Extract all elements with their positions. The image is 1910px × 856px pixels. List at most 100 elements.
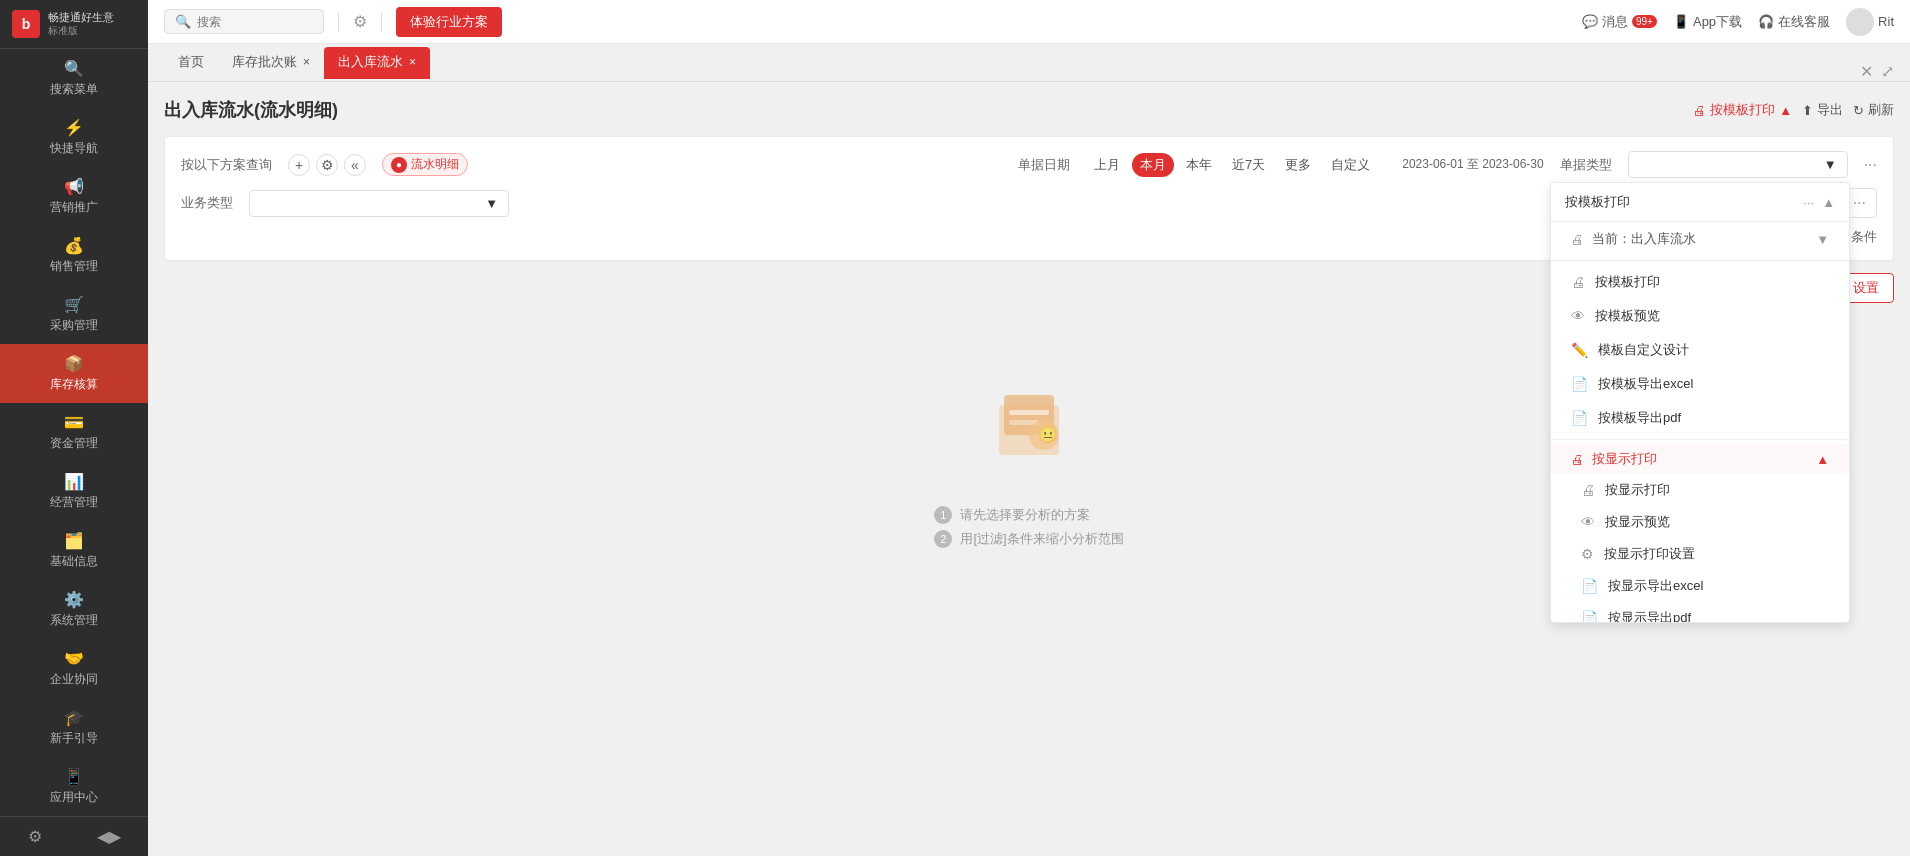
basics-icon: 🗂️ bbox=[64, 531, 84, 550]
dropdown-header-right: ··· ▲ bbox=[1803, 195, 1835, 210]
display-preview-item[interactable]: 👁 按显示预览 bbox=[1551, 506, 1849, 538]
sidebar-item-guide[interactable]: 🎓 新手引导 bbox=[0, 698, 148, 757]
eye-icon2: 👁 bbox=[1581, 514, 1595, 530]
template-custom-item[interactable]: ✏️ 模板自定义设计 bbox=[1551, 333, 1849, 367]
user-name: Rit bbox=[1878, 14, 1894, 29]
template-pdf-item[interactable]: 📄 按模板导出pdf bbox=[1551, 401, 1849, 435]
funds-icon: 💳 bbox=[64, 413, 84, 432]
display-preview-label: 按显示预览 bbox=[1605, 513, 1670, 531]
date-last7[interactable]: 近7天 bbox=[1224, 153, 1273, 177]
date-current-year[interactable]: 本年 bbox=[1178, 153, 1220, 177]
app-version: 标准版 bbox=[48, 24, 114, 38]
doc-type-more-btn[interactable]: ··· bbox=[1864, 156, 1877, 174]
app-download-icon: 📱 bbox=[1673, 14, 1689, 29]
business-type-label: 业务类型 bbox=[181, 194, 233, 212]
sidebar-item-label: 快捷导航 bbox=[50, 140, 98, 157]
refresh-btn[interactable]: ↻ 刷新 bbox=[1853, 101, 1894, 119]
template-print-item[interactable]: 🖨 按模板打印 bbox=[1551, 265, 1849, 299]
tab-home[interactable]: 首页 bbox=[164, 47, 218, 79]
filter-add-btn[interactable]: + bbox=[288, 154, 310, 176]
step-2-text: 用[过滤]条件来缩小分析范围 bbox=[960, 530, 1123, 548]
avatar bbox=[1846, 8, 1874, 36]
sidebar-item-app-center[interactable]: 📱 应用中心 bbox=[0, 757, 148, 816]
online-service-item[interactable]: 🎧 在线客服 bbox=[1758, 13, 1830, 31]
printer-icon3: 🖨 bbox=[1581, 482, 1595, 498]
message-item[interactable]: 💬 消息 99+ bbox=[1582, 13, 1657, 31]
headset-icon: 🎧 bbox=[1758, 14, 1774, 29]
display-excel-item[interactable]: 📄 按显示导出excel bbox=[1551, 570, 1849, 602]
tab-flow-close[interactable]: × bbox=[409, 55, 416, 69]
template-preview-label: 按模板预览 bbox=[1595, 307, 1660, 325]
tab-batch[interactable]: 库存批次账 × bbox=[218, 47, 324, 79]
empty-illustration: 😐 bbox=[979, 375, 1079, 494]
edit-icon: ✏️ bbox=[1571, 342, 1588, 358]
excel-icon2: 📄 bbox=[1581, 578, 1598, 594]
display-settings-label: 按显示打印设置 bbox=[1604, 545, 1695, 563]
sidebar-bottom: ⚙ ◀▶ bbox=[0, 816, 148, 856]
doc-type-label: 单据类型 bbox=[1560, 156, 1612, 174]
display-print-label: 按显示打印 bbox=[1605, 481, 1670, 499]
quick-nav-icon: ⚡ bbox=[64, 118, 84, 137]
sidebar-item-purchase[interactable]: 🛒 采购管理 bbox=[0, 285, 148, 344]
tab-batch-close[interactable]: × bbox=[303, 55, 310, 69]
print-template-btn[interactable]: 🖨 按模板打印 ▲ bbox=[1693, 101, 1792, 119]
topbar-search-box[interactable]: 🔍 bbox=[164, 9, 324, 34]
date-more[interactable]: 更多 bbox=[1277, 153, 1319, 177]
maximize-btn[interactable]: ⤢ bbox=[1881, 62, 1894, 81]
template-excel-item[interactable]: 📄 按模板导出excel bbox=[1551, 367, 1849, 401]
close-btn[interactable]: ✕ bbox=[1860, 62, 1873, 81]
sidebar-item-operations[interactable]: 📊 经营管理 bbox=[0, 462, 148, 521]
search-icon: 🔍 bbox=[64, 59, 84, 78]
step-num-1: 1 bbox=[934, 506, 952, 524]
display-settings-item[interactable]: ⚙ 按显示打印设置 bbox=[1551, 538, 1849, 570]
sidebar-item-funds[interactable]: 💳 资金管理 bbox=[0, 403, 148, 462]
business-type-select[interactable]: ▼ bbox=[249, 190, 509, 217]
chevron-up-icon: ▲ bbox=[1779, 103, 1792, 118]
sidebar-item-collab[interactable]: 🤝 企业协同 bbox=[0, 639, 148, 698]
tab-flow[interactable]: 出入库流水 × bbox=[324, 47, 430, 79]
sidebar-item-inventory[interactable]: 📦 库存核算 bbox=[0, 344, 148, 403]
date-label: 单据日期 bbox=[1018, 156, 1070, 174]
system-icon: ⚙️ bbox=[64, 590, 84, 609]
app-download-item[interactable]: 📱 App下载 bbox=[1673, 13, 1742, 31]
refresh-label: 刷新 bbox=[1868, 101, 1894, 119]
printer-icon: 🖨 bbox=[1693, 103, 1706, 118]
sidebar-item-search[interactable]: 🔍 搜索菜单 bbox=[0, 49, 148, 108]
printer-icon2: 🖨 bbox=[1571, 274, 1585, 290]
sidebar-item-system[interactable]: ⚙️ 系统管理 bbox=[0, 580, 148, 639]
template-print-label: 按模板打印 bbox=[1595, 273, 1660, 291]
dots-icon: ··· bbox=[1803, 195, 1814, 210]
sidebar-item-basics[interactable]: 🗂️ 基础信息 bbox=[0, 521, 148, 580]
doc-type-select[interactable]: ▼ bbox=[1628, 151, 1848, 178]
date-options: 上月 本月 本年 近7天 更多 自定义 bbox=[1086, 153, 1378, 177]
user-item[interactable]: Rit bbox=[1846, 8, 1894, 36]
template-pdf-label: 按模板导出pdf bbox=[1598, 409, 1681, 427]
settings-icon[interactable]: ⚙ bbox=[353, 12, 367, 31]
display-print-item[interactable]: 🖨 按显示打印 bbox=[1551, 474, 1849, 506]
search-input[interactable] bbox=[197, 15, 297, 29]
eye-icon: 👁 bbox=[1571, 308, 1585, 324]
date-current-month[interactable]: 本月 bbox=[1132, 153, 1174, 177]
template-excel-label: 按模板导出excel bbox=[1598, 375, 1693, 393]
trial-btn[interactable]: 体验行业方案 bbox=[396, 7, 502, 37]
sidebar-collapse-btn[interactable]: ◀▶ bbox=[97, 827, 121, 846]
sidebar-nav: 🔍 搜索菜单 ⚡ 快捷导航 📢 营销推广 💰 销售管理 🛒 采购管理 📦 库存核… bbox=[0, 49, 148, 816]
excel-icon: 📄 bbox=[1571, 376, 1588, 392]
date-last-month[interactable]: 上月 bbox=[1086, 153, 1128, 177]
section-display-header[interactable]: 🖨 按显示打印 ▲ bbox=[1551, 444, 1849, 474]
message-label: 消息 bbox=[1602, 13, 1628, 31]
sidebar-item-sales[interactable]: 💰 销售管理 bbox=[0, 226, 148, 285]
template-preview-item[interactable]: 👁 按模板预览 bbox=[1551, 299, 1849, 333]
filter-collapse-left-btn[interactable]: « bbox=[344, 154, 366, 176]
sidebar-item-marketing[interactable]: 📢 营销推广 bbox=[0, 167, 148, 226]
filter-tag-flow[interactable]: ● 流水明细 bbox=[382, 153, 468, 176]
filter-actions: + ⚙ « bbox=[288, 154, 366, 176]
topbar: 🔍 ⚙ 体验行业方案 💬 消息 99+ 📱 App下载 🎧 在线客服 Rit bbox=[148, 0, 1910, 44]
date-custom[interactable]: 自定义 bbox=[1323, 153, 1378, 177]
sidebar-settings-btn[interactable]: ⚙ bbox=[28, 827, 42, 846]
export-btn[interactable]: ⬆ 导出 bbox=[1802, 101, 1843, 119]
current-icon: 🖨 bbox=[1571, 232, 1584, 247]
display-pdf-item[interactable]: 📄 按显示导出pdf bbox=[1551, 602, 1849, 622]
filter-settings-btn[interactable]: ⚙ bbox=[316, 154, 338, 176]
sidebar-item-quick-nav[interactable]: ⚡ 快捷导航 bbox=[0, 108, 148, 167]
